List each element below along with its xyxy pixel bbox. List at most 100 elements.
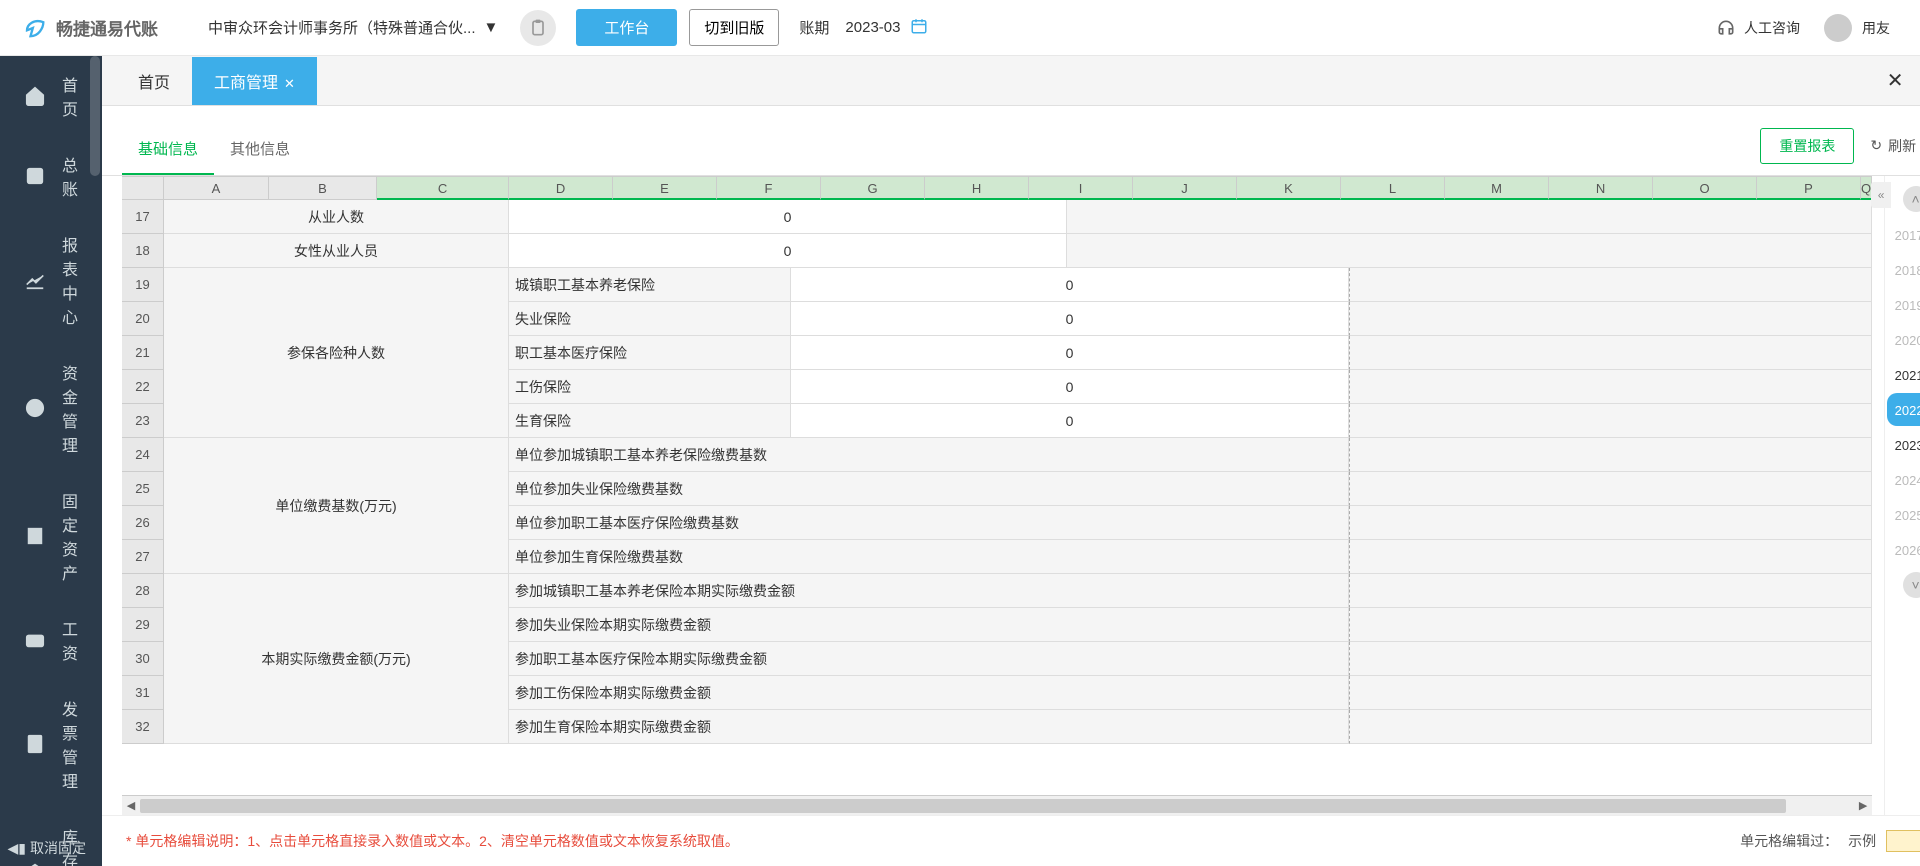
cell-group-label[interactable]: 本期实际缴费金额(万元) [164, 574, 509, 744]
cell[interactable] [1349, 370, 1872, 404]
cell-item[interactable]: 单位参加职工基本医疗保险缴费基数 [509, 506, 1349, 540]
cell-value[interactable]: 0 [509, 200, 1067, 234]
reset-report-button[interactable]: 重置报表 [1760, 128, 1854, 164]
clipboard-icon-button[interactable] [520, 10, 556, 46]
row-header[interactable]: 30 [122, 642, 164, 676]
consult-link[interactable]: 人工咨询 [1716, 18, 1800, 38]
year-2017[interactable]: 2017年 [1887, 218, 1920, 251]
col-B[interactable]: B [269, 177, 377, 200]
cell-value[interactable]: 0 [509, 234, 1067, 268]
sidebar-scrollbar[interactable] [90, 56, 100, 176]
cell[interactable] [1349, 676, 1872, 710]
cell-item[interactable]: 参加生育保险本期实际缴费金额 [509, 710, 1349, 744]
row-header[interactable]: 21 [122, 336, 164, 370]
row-header[interactable]: 29 [122, 608, 164, 642]
row-header[interactable]: 25 [122, 472, 164, 506]
year-2020[interactable]: 2020年 [1887, 323, 1920, 356]
subtab-other[interactable]: 其他信息 [214, 126, 306, 175]
cell[interactable] [1349, 302, 1872, 336]
corner-cell[interactable] [122, 177, 164, 200]
cell[interactable] [1349, 438, 1872, 472]
year-up-icon[interactable]: ˄ [1903, 186, 1920, 212]
cell-item[interactable]: 生育保险 [509, 404, 791, 438]
col-D[interactable]: D [509, 177, 613, 200]
cell[interactable] [1349, 336, 1872, 370]
row-header[interactable]: 28 [122, 574, 164, 608]
cell-value[interactable]: 0 [791, 268, 1349, 302]
sidebar-item-salary[interactable]: 工资 [0, 600, 102, 680]
row-header[interactable]: 24 [122, 438, 164, 472]
col-L[interactable]: L [1341, 177, 1445, 200]
col-I[interactable]: I [1029, 177, 1133, 200]
cell[interactable] [1349, 268, 1872, 302]
cell-label[interactable]: 从业人数 [164, 200, 509, 234]
cell[interactable] [1349, 642, 1872, 676]
row-header[interactable]: 27 [122, 540, 164, 574]
row-header[interactable]: 31 [122, 676, 164, 710]
cell-item[interactable]: 单位参加失业保险缴费基数 [509, 472, 1349, 506]
scroll-left-icon[interactable]: ◀ [122, 797, 140, 815]
sidebar-item-ledger[interactable]: 总账 [0, 136, 102, 216]
cell[interactable] [1349, 574, 1872, 608]
calendar-icon[interactable] [910, 17, 928, 38]
cell-value[interactable]: 0 [791, 370, 1349, 404]
cell-item[interactable]: 城镇职工基本养老保险 [509, 268, 791, 302]
tab-home[interactable]: 首页 [116, 57, 192, 105]
col-P[interactable]: P [1757, 177, 1861, 200]
cell-item[interactable]: 单位参加城镇职工基本养老保险缴费基数 [509, 438, 1349, 472]
sidebar-item-reports[interactable]: 报表中心 [0, 216, 102, 344]
sidebar-item-invoice[interactable]: 发票管理 [0, 680, 102, 808]
cell-item[interactable]: 失业保险 [509, 302, 791, 336]
cell-value[interactable]: 0 [791, 404, 1349, 438]
user-menu[interactable]: 用友 [1824, 14, 1890, 42]
cell[interactable] [1349, 710, 1872, 744]
close-icon[interactable]: ✕ [284, 76, 295, 91]
sheet-body[interactable]: 17 从业人数 0 18 女性从业人员 0 [122, 200, 1872, 795]
col-O[interactable]: O [1653, 177, 1757, 200]
cell-item[interactable]: 参加城镇职工基本养老保险本期实际缴费金额 [509, 574, 1349, 608]
cell[interactable] [1067, 200, 1872, 234]
col-N[interactable]: N [1549, 177, 1653, 200]
org-selector[interactable]: 中审众环会计师事务所（特殊普通合伙... ▼ [196, 17, 510, 38]
cell-item[interactable]: 职工基本医疗保险 [509, 336, 791, 370]
year-2022[interactable]: 2022年 [1887, 393, 1920, 426]
cell-item[interactable]: 参加职工基本医疗保险本期实际缴费金额 [509, 642, 1349, 676]
col-F[interactable]: F [717, 177, 821, 200]
cell[interactable] [1349, 472, 1872, 506]
year-2025[interactable]: 2025年 [1887, 498, 1920, 531]
col-M[interactable]: M [1445, 177, 1549, 200]
cell-item[interactable]: 参加失业保险本期实际缴费金额 [509, 608, 1349, 642]
sidebar-item-home[interactable]: 首页 [0, 56, 102, 136]
cell-value[interactable]: 0 [791, 302, 1349, 336]
year-2026[interactable]: 2026年 [1887, 533, 1920, 566]
cell[interactable] [1349, 404, 1872, 438]
cell-label[interactable]: 女性从业人员 [164, 234, 509, 268]
year-2024[interactable]: 2024年 [1887, 463, 1920, 496]
col-A[interactable]: A [164, 177, 269, 200]
close-all-button[interactable]: ✕ [1877, 64, 1914, 97]
old-version-button[interactable]: 切到旧版 [689, 9, 779, 46]
cell-value[interactable]: 0 [791, 336, 1349, 370]
year-down-icon[interactable]: ˅ [1903, 572, 1920, 598]
year-2023[interactable]: 2023年 [1887, 428, 1920, 461]
col-E[interactable]: E [613, 177, 717, 200]
cell[interactable] [1349, 506, 1872, 540]
row-header[interactable]: 17 [122, 200, 164, 234]
row-header[interactable]: 26 [122, 506, 164, 540]
col-H[interactable]: H [925, 177, 1029, 200]
subtab-basic[interactable]: 基础信息 [122, 126, 214, 175]
row-header[interactable]: 22 [122, 370, 164, 404]
row-header[interactable]: 18 [122, 234, 164, 268]
refresh-button[interactable]: ↻刷新 [1870, 136, 1916, 156]
scroll-thumb[interactable] [140, 799, 1786, 813]
cell[interactable] [1349, 608, 1872, 642]
expand-panel-icon[interactable]: « [1871, 182, 1891, 208]
unpin-button[interactable]: ◀▮取消固定 [8, 838, 86, 858]
cell-group-label[interactable]: 单位缴费基数(万元) [164, 438, 509, 574]
sidebar-item-funds[interactable]: ¥资金管理 [0, 344, 102, 472]
col-J[interactable]: J [1133, 177, 1237, 200]
scroll-right-icon[interactable]: ▶ [1854, 797, 1872, 815]
cell[interactable] [1067, 234, 1872, 268]
year-2021[interactable]: 2021年 [1887, 358, 1920, 391]
col-G[interactable]: G [821, 177, 925, 200]
